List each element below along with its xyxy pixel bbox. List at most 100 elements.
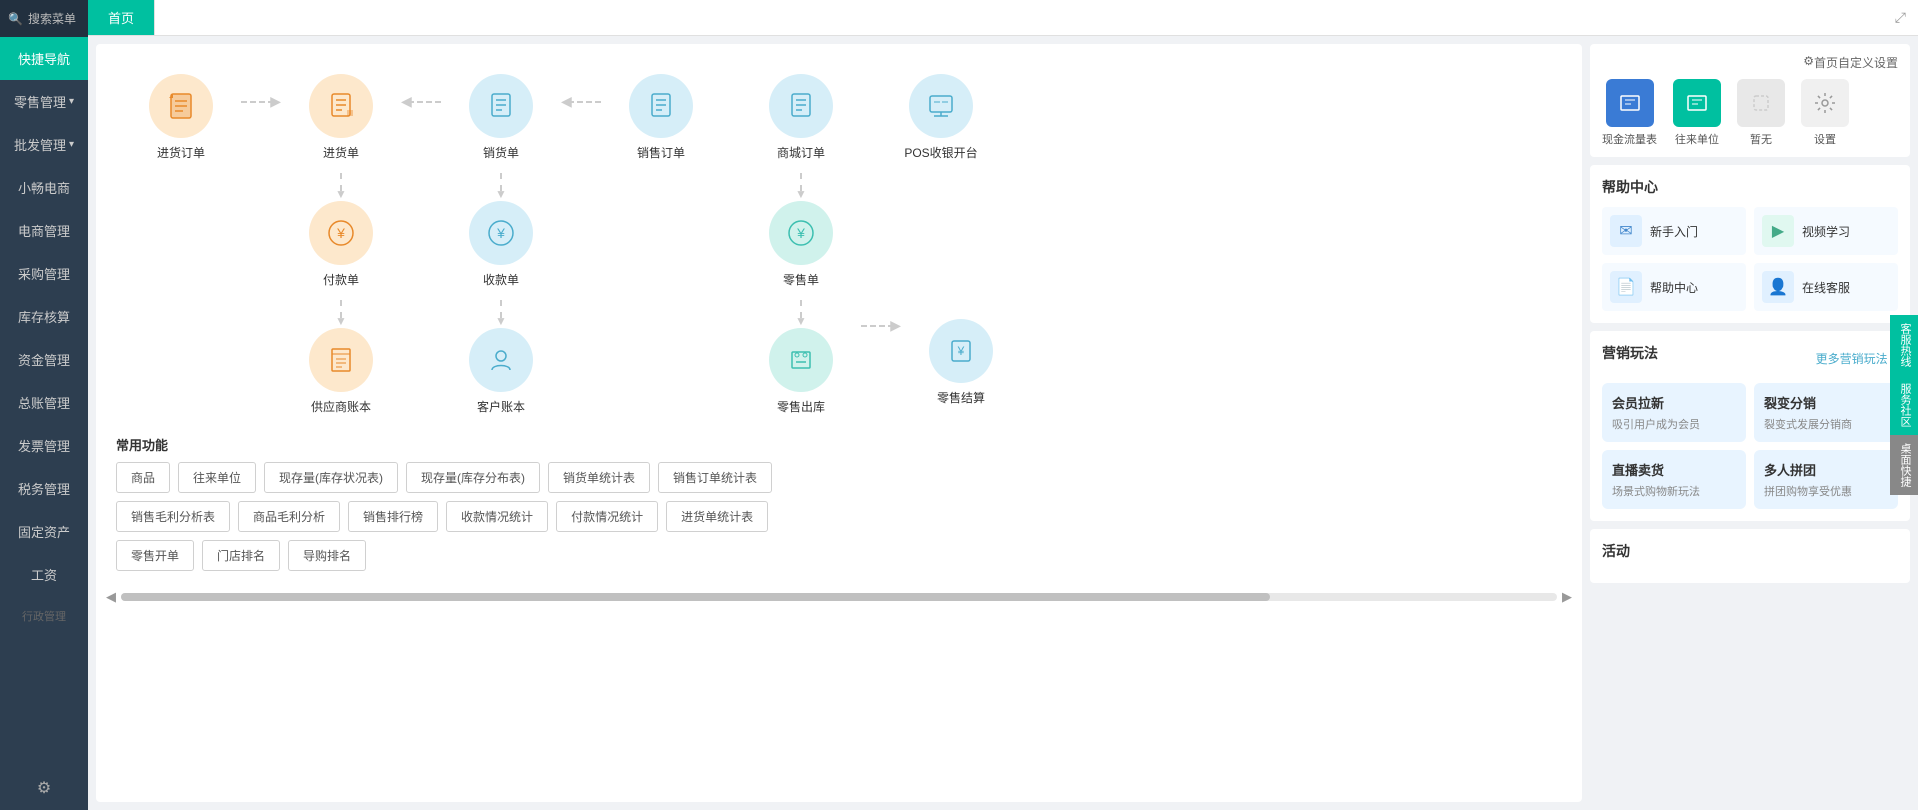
func-btn-purchase-stat[interactable]: 进货单统计表 <box>666 501 768 532</box>
func-btn-retail-order[interactable]: 零售开单 <box>116 540 194 571</box>
float-btn-community[interactable]: 服务社区 <box>1890 375 1918 435</box>
chevron-down-icon-2: ▾ <box>69 139 74 150</box>
sidebar-item-purchase[interactable]: 采购管理 <box>0 252 88 295</box>
sidebar-item-ledger[interactable]: 总账管理 <box>0 381 88 424</box>
sidebar-item-tax[interactable]: 税务管理 <box>0 467 88 510</box>
marketing-title: 营销玩法 <box>1602 343 1658 363</box>
payment-in-icon[interactable]: ¥ <box>469 201 533 265</box>
func-btn-stock2[interactable]: 现存量(库存分布表) <box>406 462 540 493</box>
func-btn-store-rank[interactable]: 门店排名 <box>202 540 280 571</box>
marketing-item-member[interactable]: 会员拉新 吸引用户成为会员 <box>1602 383 1746 442</box>
sidebar-item-retail[interactable]: 零售管理 ▾ <box>0 80 88 123</box>
help-item-help[interactable]: 📄 帮助中心 <box>1602 263 1746 311</box>
sidebar-settings[interactable]: ⚙ <box>0 766 88 810</box>
sidebar-item-admin[interactable]: 行政管理 <box>0 596 88 636</box>
func-btn-guide-rank[interactable]: 导购排名 <box>288 540 366 571</box>
sidebar-search-label: 搜索菜单 <box>28 10 76 27</box>
sidebar-item-finance[interactable]: 资金管理 <box>0 338 88 381</box>
tab-home[interactable]: 首页 <box>88 0 155 35</box>
sidebar-item-tax-label: 税务管理 <box>18 479 70 498</box>
sidebar-item-retail-label: 零售管理 <box>14 92 66 111</box>
customer-account-icon[interactable] <box>469 328 533 392</box>
tab-home-label: 首页 <box>108 8 134 27</box>
sidebar-item-wholesale[interactable]: 批发管理 ▾ <box>0 123 88 166</box>
marketing-item-live[interactable]: 直播卖货 场景式购物新玩法 <box>1602 450 1746 509</box>
func-btn-goods-gross[interactable]: 商品毛利分析 <box>238 501 340 532</box>
sidebar-quicknav[interactable]: 快捷导航 <box>0 37 88 80</box>
func-btn-gross-analysis[interactable]: 销售毛利分析表 <box>116 501 230 532</box>
func-btn-sales-rank[interactable]: 销售排行榜 <box>348 501 438 532</box>
retail-slip-icon[interactable]: ¥ <box>769 201 833 265</box>
tab-expand-icon[interactable]: ⤢ <box>1883 9 1918 26</box>
svg-text:¥: ¥ <box>336 225 345 241</box>
func-btn-pay-stat[interactable]: 付款情况统计 <box>556 501 658 532</box>
func-btn-recv-stat[interactable]: 收款情况统计 <box>446 501 548 532</box>
v-arrow-mall-to-retail: ▼ <box>795 171 807 201</box>
node-pos[interactable]: POS收银开台 <box>881 74 1001 161</box>
payment-out-icon[interactable]: ¥ <box>309 201 373 265</box>
group-desc: 拼团购物享受优惠 <box>1764 483 1888 499</box>
arrow-outstock-to-settlement: ▶ <box>861 317 901 334</box>
func-btn-goods[interactable]: 商品 <box>116 462 170 493</box>
marketing-header: 营销玩法 更多营销玩法 > <box>1602 343 1898 373</box>
help-label: 帮助中心 <box>1650 279 1698 296</box>
pos-icon[interactable] <box>909 74 973 138</box>
sidebar-item-ecommerce-small[interactable]: 小畅电商 <box>0 166 88 209</box>
sidebar-search[interactable]: 🔍 搜索菜单 <box>0 0 88 37</box>
sidebar-item-invoice[interactable]: 发票管理 <box>0 424 88 467</box>
svg-text:¥: ¥ <box>496 225 505 241</box>
chevron-down-icon: ▾ <box>69 96 74 107</box>
sidebar-item-ecommerce[interactable]: 电商管理 <box>0 209 88 252</box>
quick-access-icons: 现金流量表 往来单位 <box>1602 79 1898 147</box>
node-purchase-slip[interactable]: 进货单 <box>281 74 401 161</box>
v-arrow-ps-to-payment: ▼ <box>335 171 347 201</box>
float-btn-hotline[interactable]: 客服热线 <box>1890 315 1918 375</box>
scroll-left-icon[interactable]: ◀ <box>106 589 116 605</box>
sidebar-item-ecommerce-small-label: 小畅电商 <box>18 178 70 197</box>
quicknav-label: 快捷导航 <box>18 52 70 67</box>
scrollbar-track[interactable] <box>121 593 1557 601</box>
homepage-settings[interactable]: ⚙ 首页自定义设置 <box>1602 54 1898 71</box>
float-btn-desktop[interactable]: 桌面快捷 <box>1890 435 1918 495</box>
sidebar-item-purchase-label: 采购管理 <box>18 264 70 283</box>
sales-slip-icon[interactable] <box>469 74 533 138</box>
node-purchase-order[interactable]: 进货订单 <box>121 74 241 161</box>
qa-contacts[interactable]: 往来单位 <box>1673 79 1721 147</box>
gear-icon: ⚙ <box>37 780 51 797</box>
sidebar-item-assets[interactable]: 固定资产 <box>0 510 88 553</box>
help-item-video[interactable]: ▶ 视频学习 <box>1754 207 1898 255</box>
retail-outstock-icon[interactable] <box>769 328 833 392</box>
func-btn-contacts[interactable]: 往来单位 <box>178 462 256 493</box>
help-item-service[interactable]: 👤 在线客服 <box>1754 263 1898 311</box>
sidebar-item-inventory-label: 库存核算 <box>18 307 70 326</box>
node-sales-order[interactable]: 销售订单 <box>601 74 721 161</box>
scroll-right-icon[interactable]: ▶ <box>1562 589 1572 605</box>
sidebar-item-wholesale-label: 批发管理 <box>14 135 66 154</box>
activity-section: 活动 <box>1590 529 1910 583</box>
sidebar-item-inventory[interactable]: 库存核算 <box>0 295 88 338</box>
marketing-more[interactable]: 更多营销玩法 > <box>1816 350 1898 367</box>
purchase-slip-icon[interactable] <box>309 74 373 138</box>
retail-settlement-label: 零售结算 <box>937 389 985 406</box>
node-sales-slip[interactable]: 销货单 <box>441 74 561 161</box>
retail-settlement-icon[interactable]: ¥ <box>929 319 993 383</box>
qa-settings[interactable]: 设置 <box>1801 79 1849 147</box>
node-mall-order[interactable]: 商城订单 <box>741 74 861 161</box>
v-arrow-sales-to-recv: ▼ <box>495 171 507 201</box>
sidebar-item-salary[interactable]: 工资 <box>0 553 88 596</box>
func-btn-order-stat[interactable]: 销售订单统计表 <box>658 462 772 493</box>
member-desc: 吸引用户成为会员 <box>1612 416 1736 432</box>
purchase-order-icon[interactable] <box>149 74 213 138</box>
supplier-account-icon[interactable] <box>309 328 373 392</box>
func-btn-stock1[interactable]: 现存量(库存状况表) <box>264 462 398 493</box>
marketing-item-group[interactable]: 多人拼团 拼团购物享受优惠 <box>1754 450 1898 509</box>
arrow-sales-to-ps: ◀ <box>401 93 441 110</box>
mall-order-icon[interactable] <box>769 74 833 138</box>
help-item-beginner[interactable]: ✉ 新手入门 <box>1602 207 1746 255</box>
sales-order-icon[interactable] <box>629 74 693 138</box>
func-btn-sales-stat[interactable]: 销货单统计表 <box>548 462 650 493</box>
marketing-item-fission[interactable]: 裂变分销 裂变式发展分销商 <box>1754 383 1898 442</box>
customer-account-label: 客户账本 <box>477 398 525 415</box>
qa-cashflow[interactable]: 现金流量表 <box>1602 79 1657 147</box>
cashflow-icon <box>1606 79 1654 127</box>
